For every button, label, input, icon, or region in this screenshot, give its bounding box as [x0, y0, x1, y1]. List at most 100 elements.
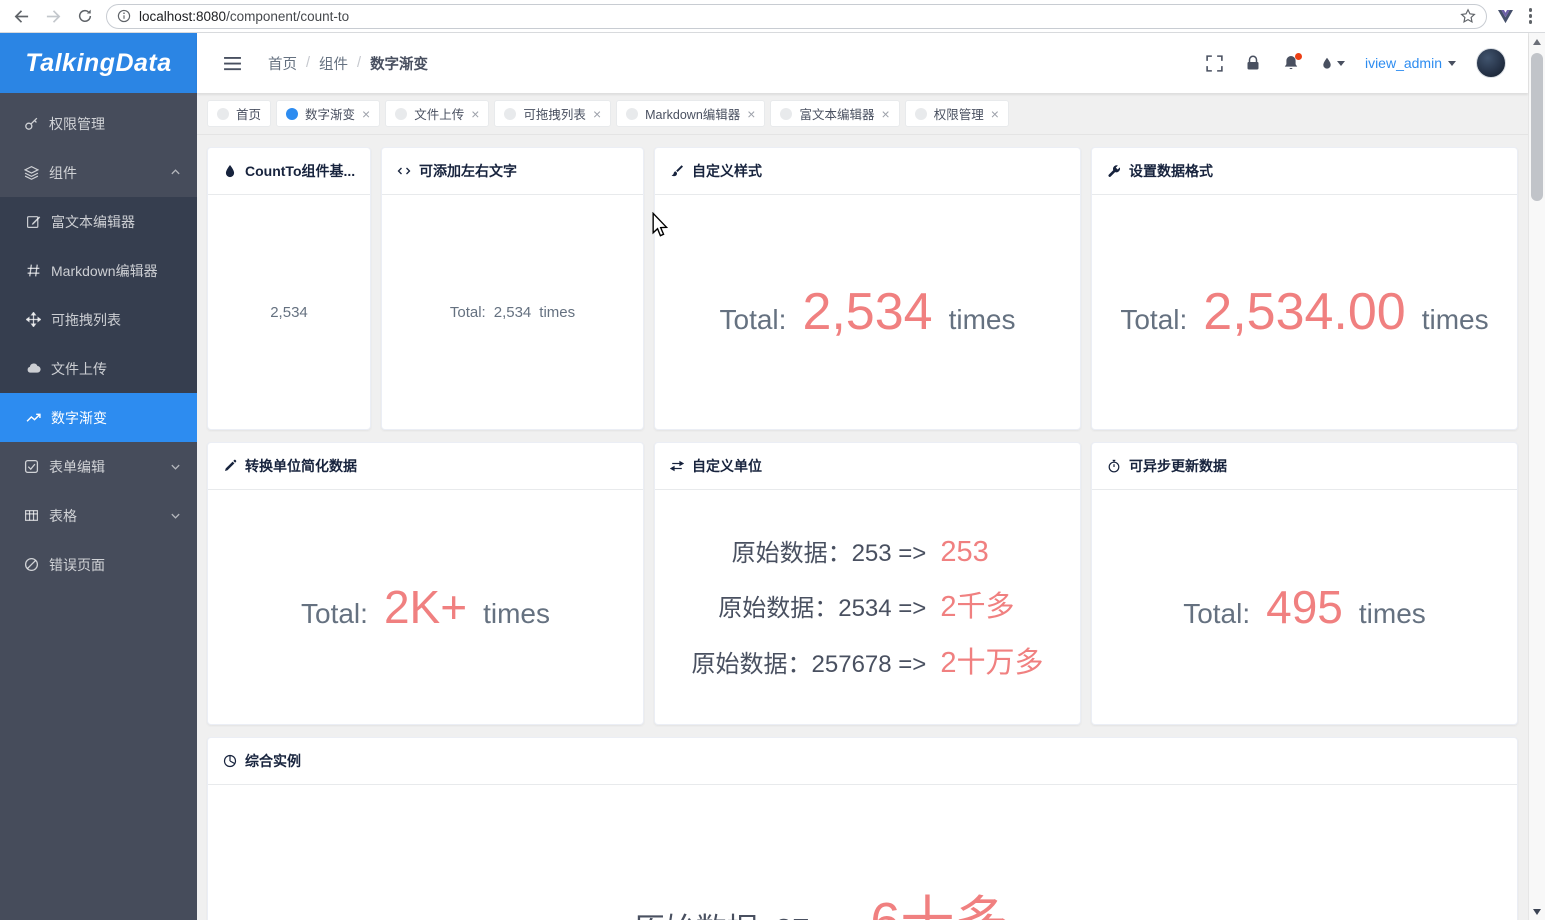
bookmark-star-icon[interactable]: [1459, 8, 1476, 24]
rich-editor-icon: [26, 214, 41, 229]
sidebar-item-label: 可拖拽列表: [51, 311, 121, 328]
lock-icon[interactable]: [1244, 54, 1262, 72]
count-suffix: times: [539, 303, 576, 321]
page-info-icon[interactable]: [117, 9, 131, 23]
count-suffix: times: [1024, 915, 1091, 920]
tag-label: 可拖拽列表: [523, 108, 586, 122]
count-prefix: Total:: [1120, 304, 1188, 335]
hamburger-menu-icon[interactable]: [219, 52, 246, 75]
key-icon: [24, 116, 39, 131]
tag-rich-editor[interactable]: 富文本编辑器: [770, 100, 900, 127]
sidebar-item-form-edit[interactable]: 表单编辑: [0, 442, 197, 491]
card-combined-example: 综合实例 原始数据: 27 => 6十多 times: [207, 737, 1518, 920]
card-header: 转换单位简化数据: [208, 443, 643, 490]
count-value: 2,534.00: [1203, 283, 1406, 341]
reload-icon[interactable]: [74, 5, 96, 27]
card-title: 可添加左右文字: [419, 163, 517, 179]
tag-dot: [626, 107, 639, 120]
close-icon[interactable]: [471, 107, 479, 121]
chrome-actions: [1497, 5, 1536, 27]
user-menu[interactable]: iview_admin: [1365, 55, 1456, 71]
sidebar-item-components[interactable]: 组件: [0, 148, 197, 197]
breadcrumb-components[interactable]: 组件: [319, 53, 348, 74]
fullscreen-icon[interactable]: [1205, 54, 1224, 73]
app-header: 首页 / 组件 / 数字渐变 iview_admin: [197, 33, 1528, 93]
cards-row-3: 综合实例 原始数据: 27 => 6十多 times: [207, 737, 1518, 920]
card-body: Total: 2,534 times: [382, 195, 643, 429]
tag-home[interactable]: 首页: [207, 100, 272, 127]
breadcrumb-current: 数字渐变: [370, 56, 429, 73]
breadcrumb-separator: /: [357, 55, 362, 71]
avatar[interactable]: [1476, 48, 1506, 78]
card-header: 综合实例: [208, 738, 1517, 785]
scrollbar-thumb[interactable]: [1531, 53, 1543, 201]
card-body: Total: 2,534.00 times: [1092, 195, 1517, 429]
close-icon[interactable]: [593, 107, 601, 121]
upload-cloud-icon: [26, 361, 41, 376]
sidebar-item-permissions[interactable]: 权限管理: [0, 99, 197, 148]
close-icon[interactable]: [882, 107, 890, 121]
sidebar-item-table[interactable]: 表格: [0, 491, 197, 540]
tag-dot: [217, 107, 229, 120]
scroll-up-icon[interactable]: [1529, 33, 1545, 50]
scroll-down-icon[interactable]: [1529, 903, 1545, 920]
count-prefix: Total:: [719, 304, 787, 335]
sidebar-item-label: 错误页面: [49, 556, 105, 573]
sidebar-item-draggable-list[interactable]: 可拖拽列表: [0, 295, 197, 344]
bell-icon[interactable]: [1282, 53, 1302, 72]
count-value: 495: [1266, 581, 1343, 633]
app-logo: TalkingData: [0, 33, 197, 93]
sidebar-item-label: 富文本编辑器: [51, 213, 135, 230]
trending-up-icon: [26, 410, 41, 425]
tags-bar: 首页 数字渐变 文件上传 可拖拽列表 Markdown编辑器: [197, 93, 1528, 135]
sidebar-item-file-upload[interactable]: 文件上传: [0, 344, 197, 393]
components-submenu: 富文本编辑器 Markdown编辑器 可拖拽列表 文件上传 数字渐变: [0, 197, 197, 442]
sidebar-item-count-to[interactable]: 数字渐变: [0, 393, 197, 442]
browser-menu-icon[interactable]: [1526, 5, 1536, 27]
sidebar-item-markdown[interactable]: Markdown编辑器: [0, 246, 197, 295]
droplet-icon: [223, 164, 237, 178]
theme-ink-icon[interactable]: [1320, 56, 1345, 71]
sidebar-item-error-page[interactable]: 错误页面: [0, 540, 197, 589]
close-icon[interactable]: [362, 107, 370, 121]
page-scrollbar[interactable]: [1528, 33, 1545, 920]
sidebar-item-label: 数字渐变: [51, 409, 107, 426]
sidebar-item-rich-editor[interactable]: 富文本编辑器: [0, 197, 197, 246]
card-title: 可异步更新数据: [1129, 458, 1227, 474]
browser-chrome: localhost:8080/component/count-to: [0, 0, 1545, 33]
vue-devtools-icon[interactable]: [1497, 9, 1514, 24]
username: iview_admin: [1364, 55, 1442, 71]
tag-count-to[interactable]: 数字渐变: [276, 100, 381, 127]
tag-dot: [780, 107, 793, 120]
card-body: Total: 495 times: [1092, 490, 1517, 724]
swap-icon: [670, 459, 684, 473]
chevron-down-icon: [170, 461, 181, 472]
url-bar[interactable]: localhost:8080/component/count-to: [106, 3, 1487, 29]
card-async-update: 可异步更新数据 Total: 495 times: [1091, 442, 1518, 725]
tag-permissions[interactable]: 权限管理: [904, 100, 1009, 127]
tag-file-upload[interactable]: 文件上传: [385, 100, 490, 127]
count-suffix: times: [483, 598, 550, 629]
unit-row-value: 253: [940, 536, 989, 568]
wrench-icon: [1107, 164, 1121, 178]
breadcrumb-home[interactable]: 首页: [268, 53, 297, 74]
sidebar-item-label: 权限管理: [49, 115, 105, 132]
count-prefix: Total:: [1183, 598, 1251, 629]
sidebar-item-label: 表单编辑: [49, 458, 105, 475]
tag-label: 数字渐变: [305, 108, 356, 122]
tag-markdown[interactable]: Markdown编辑器: [616, 100, 766, 127]
unit-row-label: 原始数据：253 =>: [731, 540, 927, 567]
count-value: 6十多: [870, 877, 1008, 920]
sidebar-item-label: 组件: [49, 164, 77, 181]
close-icon[interactable]: [747, 107, 755, 121]
tag-label: 首页: [236, 108, 262, 122]
back-icon[interactable]: [10, 5, 32, 27]
close-icon[interactable]: [991, 107, 999, 121]
tag-label: Markdown编辑器: [645, 108, 741, 122]
unit-row-value: 2千多: [940, 591, 1015, 623]
card-body: Total: 2,534 times: [655, 195, 1080, 429]
unit-row-label: 原始数据：257678 =>: [691, 651, 927, 678]
tag-draggable-list[interactable]: 可拖拽列表: [494, 100, 612, 127]
chevron-down-icon: [170, 510, 181, 521]
forward-icon[interactable]: [42, 5, 64, 27]
